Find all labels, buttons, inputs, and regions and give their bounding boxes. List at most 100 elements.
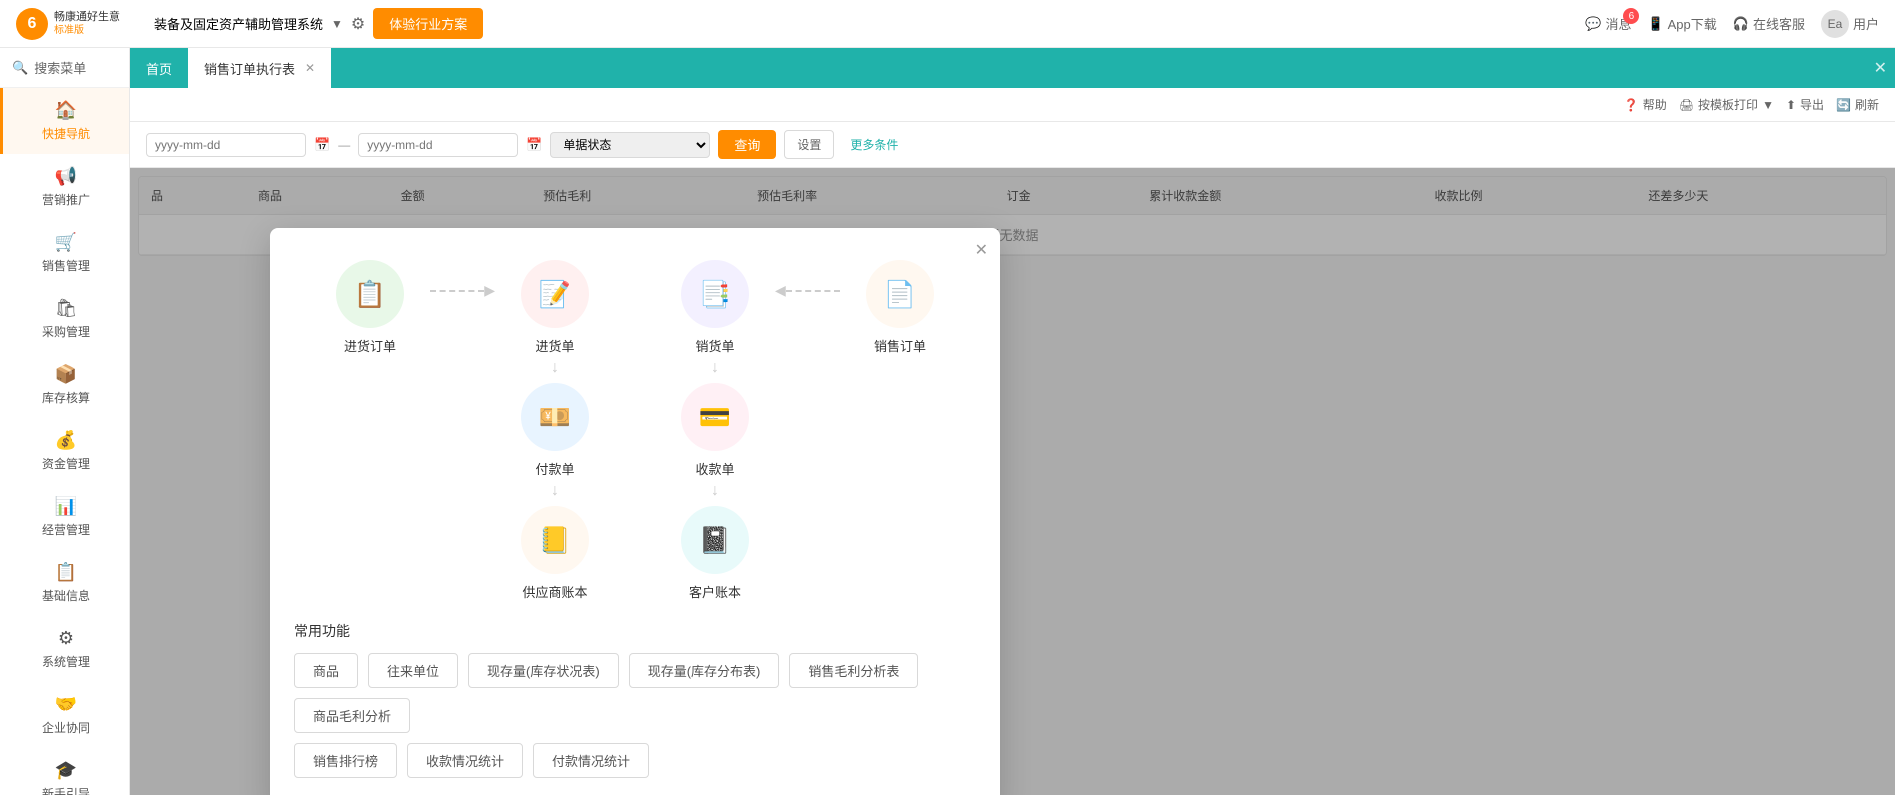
sidebar-item-marketing[interactable]: 📢 营销推广	[0, 154, 129, 220]
supplier-ledger-icon[interactable]: 📒	[521, 506, 589, 574]
customer-ledger-icon[interactable]: 📓	[681, 506, 749, 574]
payment-icon[interactable]: 💴	[521, 383, 589, 451]
purchase-receipt-icon[interactable]: 📝	[521, 260, 589, 328]
cf-btn-payment-stats[interactable]: 付款情况统计	[533, 743, 649, 778]
beginner-icon: 🎓	[55, 760, 77, 781]
sidebar-item-inventory[interactable]: 📦 库存核算	[0, 352, 129, 418]
modal-close-button[interactable]: ✕	[975, 240, 988, 260]
experience-button[interactable]: 体验行业方案	[373, 8, 483, 39]
search-icon: 🔍	[12, 60, 28, 76]
flow-node-customer-ledger[interactable]: 📓 客户账本	[655, 506, 775, 601]
system-name: 装备及固定资产辅助管理系统	[154, 14, 323, 33]
search-bar: 📅 — 📅 单据状态 查询 设置 更多条件	[130, 122, 1895, 168]
more-conditions-link[interactable]: 更多条件	[842, 132, 906, 157]
flow-col-sales: 📑 销货单 ↓ 💳 收款单 ↓	[655, 260, 775, 601]
flow-col-purchase: 📝 进货单 ↓ 💴 付款单 ↓	[495, 260, 615, 601]
purchase-order-icon[interactable]: 📋	[336, 260, 404, 328]
cf-btn-product[interactable]: 商品	[294, 653, 358, 688]
date-start-input[interactable]	[146, 133, 306, 157]
message-button[interactable]: 💬 消息 6	[1585, 14, 1631, 33]
enterprise-icon: 🤝	[55, 694, 77, 715]
settings-button[interactable]: 设置	[784, 130, 834, 159]
arrow-down-receipt: ↓	[711, 359, 719, 377]
sidebar-item-finance[interactable]: 💰 资金管理	[0, 418, 129, 484]
user-menu-button[interactable]: Ea 用户	[1821, 10, 1879, 38]
common-function-buttons: 商品 往来单位 现存量(库存状况表) 现存量(库存分布表) 销售毛利分析表 商品…	[294, 653, 976, 733]
receipt-icon[interactable]: 💳	[681, 383, 749, 451]
flow-node-receipt[interactable]: 💳 收款单	[655, 383, 775, 478]
logo-text: 畅康通好生意 标准版	[54, 10, 120, 37]
cf-btn-receipt-stats[interactable]: 收款情况统计	[407, 743, 523, 778]
cf-btn-product-gross[interactable]: 商品毛利分析	[294, 698, 410, 733]
cf-btn-sales-rank[interactable]: 销售排行榜	[294, 743, 397, 778]
flow-node-sales-bill[interactable]: 📑 销货单	[655, 260, 775, 355]
tab-panel-close-button[interactable]: ✕	[1874, 58, 1887, 78]
arrow-down-customer: ↓	[711, 482, 719, 500]
tab-bar: 首页 销售订单执行表 ✕ ✕	[130, 48, 1895, 88]
help-button[interactable]: ❓ 帮助	[1624, 96, 1667, 113]
logo-area: 6 畅康通好生意 标准版	[16, 8, 146, 40]
search-menu-button[interactable]: 🔍 搜索菜单	[0, 48, 129, 88]
online-service-button[interactable]: 🎧 在线客服	[1733, 14, 1805, 33]
message-badge: 6	[1623, 8, 1639, 24]
modal-overlay: ✕ 📋 进货订单	[130, 168, 1895, 795]
sidebar-item-enterprise[interactable]: 🤝 企业协同	[0, 682, 129, 748]
sidebar-item-purchase[interactable]: 🛍 采购管理	[0, 286, 129, 352]
flow-node-supplier-ledger[interactable]: 📒 供应商账本	[495, 506, 615, 601]
operations-icon: 📊	[55, 496, 77, 517]
sidebar-item-sales[interactable]: 🛒 销售管理	[0, 220, 129, 286]
logo-icon: 6	[16, 8, 48, 40]
tab-home[interactable]: 首页	[130, 48, 188, 88]
purchase-icon: 🛍	[55, 298, 78, 319]
top-right-actions: 💬 消息 6 📱 App下载 🎧 在线客服 Ea 用户	[1585, 10, 1879, 38]
basic-info-icon: 📋	[55, 562, 77, 583]
sidebar-item-operations[interactable]: 📊 经营管理	[0, 484, 129, 550]
sidebar-item-beginner[interactable]: 🎓 新手引导	[0, 748, 129, 795]
avatar: Ea	[1821, 10, 1849, 38]
sidebar: 🔍 搜索菜单 🏠 快捷导航 📢 营销推广 🛒 销售管理 🛍 采购管理 📦	[0, 48, 130, 795]
system-icon: ⚙	[58, 628, 74, 649]
cf-btn-sales-gross[interactable]: 销售毛利分析表	[789, 653, 918, 688]
date-separator: —	[338, 138, 350, 152]
modal-box: ✕ 📋 进货订单	[270, 228, 1000, 795]
sales-icon: 🛒	[55, 232, 77, 253]
sidebar-item-quick-nav[interactable]: 🏠 快捷导航	[0, 88, 129, 154]
sales-order-icon[interactable]: 📄	[866, 260, 934, 328]
page-content: 品 商品 金额 预估毛利 预估毛利率 订金 累计收款金额 收款比例 还差多少天	[130, 168, 1895, 795]
refresh-button[interactable]: 🔄 刷新	[1836, 96, 1879, 113]
finance-icon: 💰	[55, 430, 77, 451]
message-icon: 💬	[1585, 16, 1601, 32]
system-dropdown-button[interactable]: ▼	[331, 17, 343, 31]
cf-btn-contacts[interactable]: 往来单位	[368, 653, 458, 688]
sidebar-item-basic-info[interactable]: 📋 基础信息	[0, 550, 129, 616]
calendar-icon: 📅	[314, 137, 330, 153]
inventory-icon: 📦	[55, 364, 77, 385]
sales-bill-icon[interactable]: 📑	[681, 260, 749, 328]
template-print-button[interactable]: 🖨 按模板打印 ▼	[1679, 96, 1774, 113]
common-functions-title: 常用功能	[294, 621, 976, 641]
settings-icon-button[interactable]: ⚙	[351, 14, 365, 34]
app-download-button[interactable]: 📱 App下载	[1647, 14, 1716, 33]
common-function-buttons-row2: 销售排行榜 收款情况统计 付款情况统计	[294, 743, 976, 778]
arrow-down-supplier: ↓	[551, 482, 559, 500]
sidebar-item-system[interactable]: ⚙ 系统管理	[0, 616, 129, 682]
print-icon: 🖨	[1679, 98, 1694, 112]
export-button[interactable]: ⬆ 导出	[1786, 96, 1824, 113]
tab-close-button[interactable]: ✕	[305, 61, 315, 75]
quick-nav-icon: 🏠	[55, 100, 77, 121]
query-button[interactable]: 查询	[718, 130, 776, 159]
cf-btn-stock-dist[interactable]: 现存量(库存分布表)	[629, 653, 780, 688]
flow-node-purchase-order[interactable]: 📋 进货订单	[310, 260, 430, 355]
flow-node-purchase-receipt[interactable]: 📝 进货单	[495, 260, 615, 355]
cf-btn-stock-status[interactable]: 现存量(库存状况表)	[468, 653, 619, 688]
export-icon: ⬆	[1786, 98, 1796, 112]
status-select[interactable]: 单据状态	[550, 132, 710, 158]
download-icon: 📱	[1647, 16, 1663, 32]
tab-sales-order-exec[interactable]: 销售订单执行表 ✕	[188, 48, 331, 88]
flow-node-sales-order[interactable]: 📄 销售订单	[840, 260, 960, 355]
date-end-input[interactable]	[358, 133, 518, 157]
calendar-icon-2: 📅	[526, 137, 542, 153]
help-icon: ❓	[1624, 98, 1639, 112]
refresh-icon: 🔄	[1836, 98, 1851, 112]
flow-node-payment[interactable]: 💴 付款单	[495, 383, 615, 478]
